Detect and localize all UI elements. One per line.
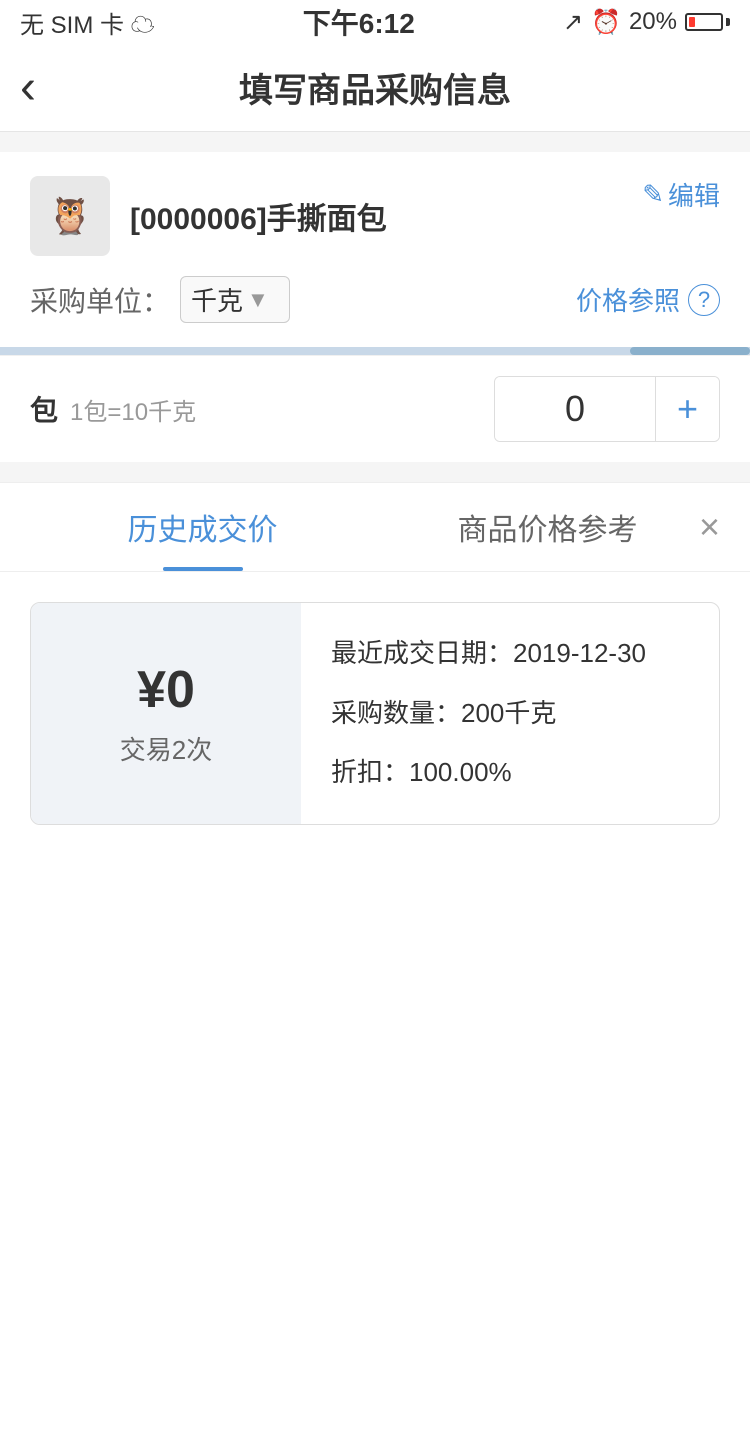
status-bar: 无 SIM 卡 ☁ 下午6:12 ↗ ⏰ 20% [0,0,750,44]
tab-history-price[interactable]: 历史成交价 [30,483,375,571]
quantity-input-group: + [494,376,720,442]
transaction-count: 交易2次 [120,730,212,767]
discount-value: 100.00% [409,757,512,787]
unit-label: 采购单位： [30,280,170,320]
pkg-icon: 包 [30,389,58,429]
currency-symbol: ¥ [137,661,166,719]
purchase-qty-row: 采购数量：200千克 [331,693,689,735]
unit-left: 采购单位： 千克 ▼ [30,276,290,323]
battery-percent: 20% [629,8,677,36]
discount-row: 折扣：100.00% [331,752,689,794]
page-title: 填写商品采购信息 [239,63,511,112]
battery-icon [685,13,730,31]
status-time: 下午6:12 [303,2,415,42]
location-icon: ↗ [563,8,583,37]
price-ref-label: 价格参照 [576,281,680,318]
purchase-qty-label: 采购数量： [331,698,461,728]
dropdown-icon: ▼ [247,287,269,313]
pkg-ratio: 1包=10千克 [70,392,196,427]
price-ref-button[interactable]: 价格参照 ? [576,281,720,318]
quantity-input[interactable] [495,377,655,441]
transaction-price: ¥0 [137,660,195,720]
discount-label: 折扣： [331,757,409,787]
product-thumb-icon: 🦉 [48,195,93,237]
nav-bar: ‹ 填写商品采购信息 [0,44,750,132]
product-card: 🦉 [0000006]手撕面包 ✎ 编辑 采购单位： 千克 ▼ 价格参照 ? [0,152,750,347]
product-left: 🦉 [0000006]手撕面包 [30,176,387,256]
scroll-track [0,347,750,355]
tab-price-ref-label: 商品价格参考 [458,505,638,549]
transaction-right: 最近成交日期：2019-12-30 采购数量：200千克 折扣：100.00% [301,603,719,824]
recent-date-label: 最近成交日期： [331,638,513,668]
quantity-row: 包 1包=10千克 + [0,355,750,462]
close-icon: × [699,506,720,547]
plus-icon: + [677,388,698,430]
transaction-card: ¥0 交易2次 最近成交日期：2019-12-30 采购数量：200千克 折扣：… [30,602,720,825]
tabs-header: 历史成交价 商品价格参考 × [0,483,750,572]
quantity-plus-button[interactable]: + [655,377,719,441]
transaction-left: ¥0 交易2次 [31,603,301,824]
unit-value: 千克 [191,281,243,318]
product-name: [0000006]手撕面包 [130,194,387,238]
purchase-qty-value: 200千克 [461,698,556,728]
status-right: ↗ ⏰ 20% [563,8,730,37]
tab-close-button[interactable]: × [699,506,720,548]
scroll-thumb [630,347,750,355]
product-thumbnail: 🦉 [30,176,110,256]
price-value: 0 [166,661,195,719]
product-unit-row: 采购单位： 千克 ▼ 价格参照 ? [30,276,720,323]
product-header: 🦉 [0000006]手撕面包 ✎ 编辑 [30,176,720,256]
tab-product-price-ref[interactable]: 商品价格参考 [375,483,720,571]
unit-select[interactable]: 千克 ▼ [180,276,290,323]
alarm-icon: ⏰ [591,8,621,37]
status-left: 无 SIM 卡 ☁ [20,5,155,40]
tab-content: ¥0 交易2次 最近成交日期：2019-12-30 采购数量：200千克 折扣：… [0,572,750,855]
edit-label: 编辑 [668,176,720,213]
bottom-space [0,855,750,1455]
tab-history-label: 历史成交价 [128,505,278,549]
back-button[interactable]: ‹ [20,60,36,115]
back-icon: ‹ [20,60,36,115]
sim-label: 无 SIM 卡 ☁ [20,5,155,40]
tab-active-underline [163,567,243,571]
recent-date-value: 2019-12-30 [513,638,646,668]
quantity-label-group: 包 1包=10千克 [30,389,494,429]
edit-button[interactable]: ✎ 编辑 [642,176,720,213]
tabs-container: 历史成交价 商品价格参考 × ¥0 交易2次 最近成交日期：2019-12-30 [0,482,750,855]
recent-date-row: 最近成交日期：2019-12-30 [331,633,689,675]
help-icon: ? [688,284,720,316]
edit-icon: ✎ [642,179,664,210]
